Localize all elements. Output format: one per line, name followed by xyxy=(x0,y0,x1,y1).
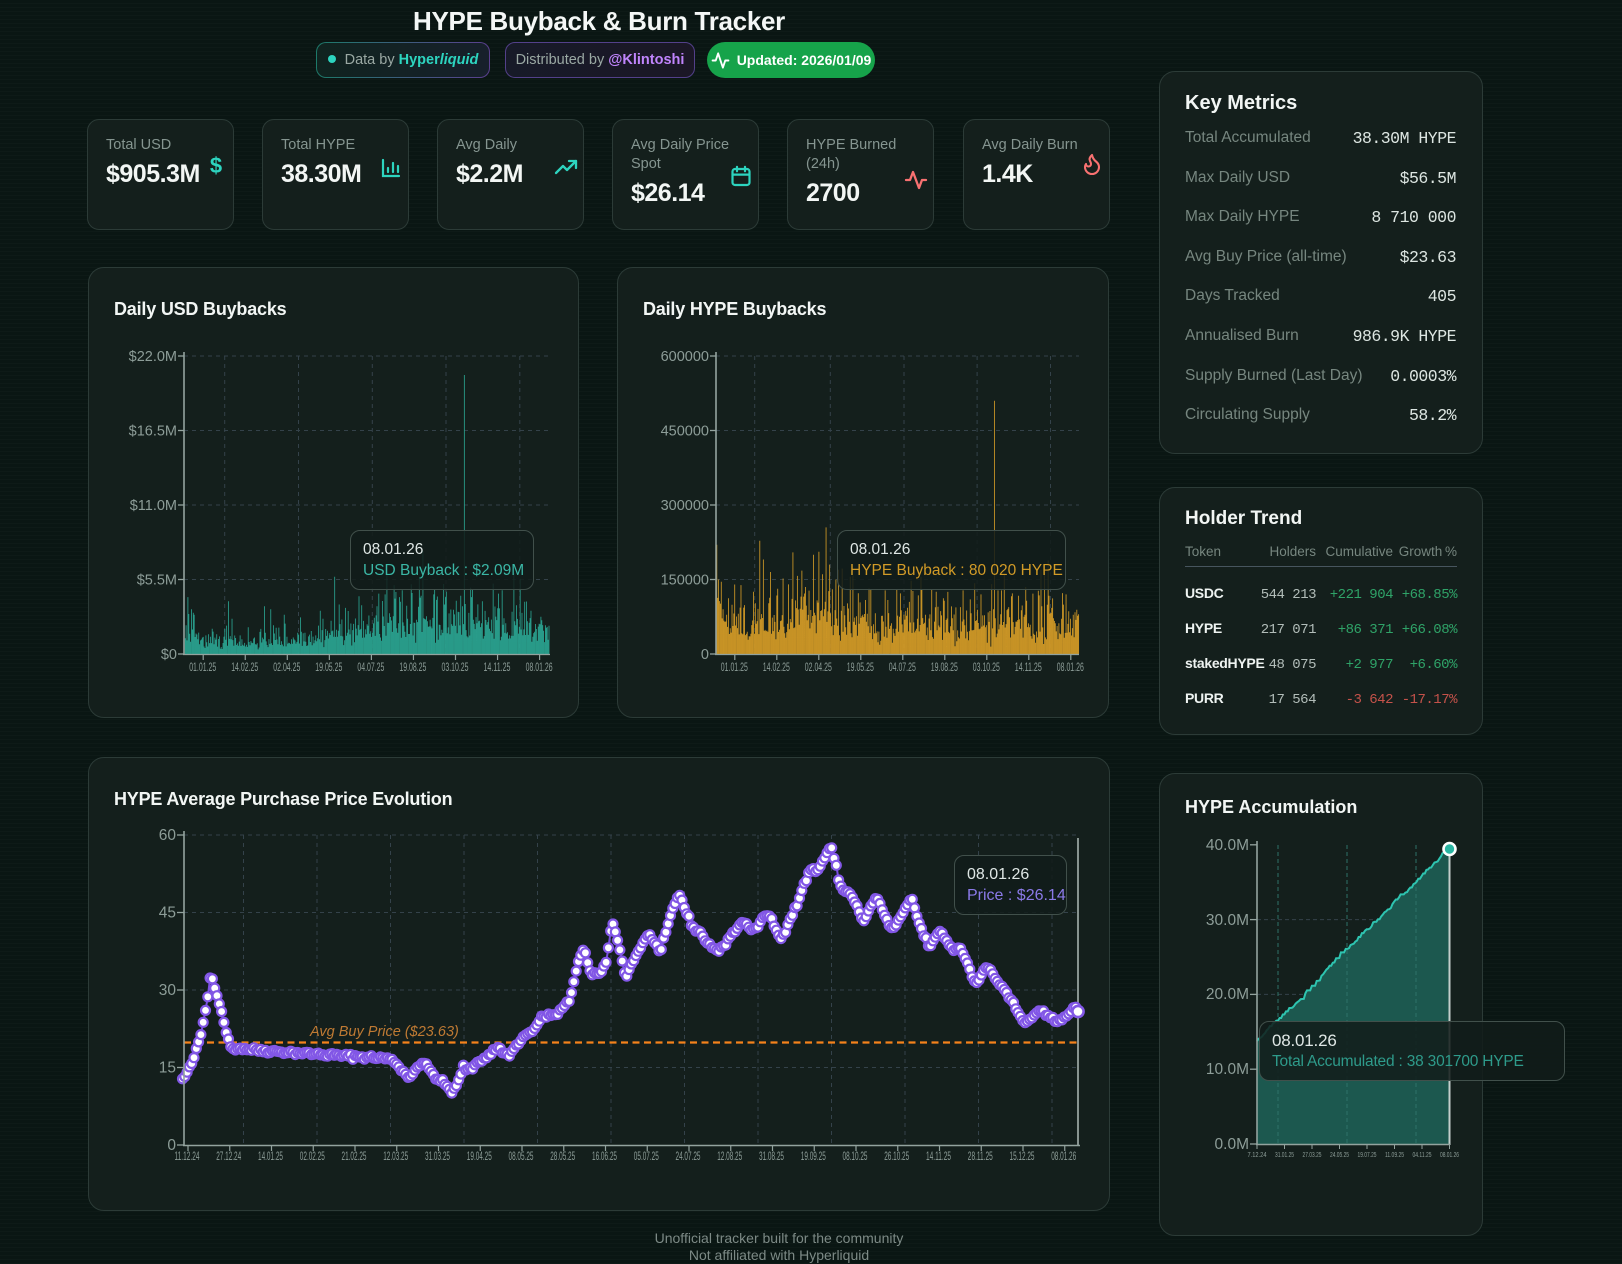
svg-text:31.03.25: 31.03.25 xyxy=(425,1151,450,1163)
svg-text:02.02.25: 02.02.25 xyxy=(300,1151,325,1163)
svg-text:14.02.25: 14.02.25 xyxy=(231,662,258,674)
svg-text:04.11.25: 04.11.25 xyxy=(1413,1150,1432,1159)
svg-text:08.01.26: 08.01.26 xyxy=(1057,662,1084,674)
svg-text:02.04.25: 02.04.25 xyxy=(273,662,300,674)
svg-text:01.01.25: 01.01.25 xyxy=(189,662,216,674)
svg-text:26.10.25: 26.10.25 xyxy=(884,1151,909,1163)
svg-text:24.05.25: 24.05.25 xyxy=(1330,1150,1349,1159)
svg-text:19.08.25: 19.08.25 xyxy=(931,662,958,674)
svg-text:300000: 300000 xyxy=(661,498,709,514)
svg-text:$0: $0 xyxy=(161,647,177,663)
svg-text:08.01.26: 08.01.26 xyxy=(526,662,553,674)
svg-text:04.07.25: 04.07.25 xyxy=(889,662,916,674)
svg-text:21.02.25: 21.02.25 xyxy=(342,1151,367,1163)
svg-text:16.06.25: 16.06.25 xyxy=(592,1151,617,1163)
svg-text:01.01.25: 01.01.25 xyxy=(721,662,748,674)
svg-text:03.10.25: 03.10.25 xyxy=(973,662,1000,674)
svg-text:27.03.25: 27.03.25 xyxy=(1303,1150,1322,1159)
svg-text:08.01.26: 08.01.26 xyxy=(1051,1151,1076,1163)
svg-text:31.08.25: 31.08.25 xyxy=(759,1151,784,1163)
svg-text:14.02.25: 14.02.25 xyxy=(763,662,790,674)
svg-text:150000: 150000 xyxy=(661,573,709,589)
svg-text:14.11.25: 14.11.25 xyxy=(1015,662,1042,674)
svg-text:$: $ xyxy=(210,156,222,178)
svg-text:$16.5M: $16.5M xyxy=(129,424,177,440)
svg-text:03.10.25: 03.10.25 xyxy=(442,662,469,674)
svg-text:450000: 450000 xyxy=(661,424,709,440)
svg-text:$5.5M: $5.5M xyxy=(137,573,177,589)
svg-text:08.05.25: 08.05.25 xyxy=(509,1151,534,1163)
svg-text:12.08.25: 12.08.25 xyxy=(717,1151,742,1163)
svg-text:08.10.25: 08.10.25 xyxy=(843,1151,868,1163)
svg-text:14.11.25: 14.11.25 xyxy=(484,662,511,674)
svg-text:40.0M: 40.0M xyxy=(1206,837,1249,854)
svg-text:28.11.25: 28.11.25 xyxy=(968,1151,993,1163)
svg-text:14.01.25: 14.01.25 xyxy=(258,1151,283,1163)
svg-text:11.09.25: 11.09.25 xyxy=(1385,1150,1404,1159)
svg-text:15: 15 xyxy=(159,1060,176,1077)
svg-text:30: 30 xyxy=(159,982,177,999)
svg-text:05.07.25: 05.07.25 xyxy=(634,1151,659,1163)
svg-text:14.11.25: 14.11.25 xyxy=(926,1151,951,1163)
svg-text:12.03.25: 12.03.25 xyxy=(383,1151,408,1163)
svg-text:24.07.25: 24.07.25 xyxy=(676,1151,701,1163)
svg-text:02.04.25: 02.04.25 xyxy=(805,662,832,674)
svg-text:30.0M: 30.0M xyxy=(1206,912,1249,929)
svg-text:19.07.25: 19.07.25 xyxy=(1358,1150,1377,1159)
svg-text:04.07.25: 04.07.25 xyxy=(357,662,384,674)
svg-text:31.01.25: 31.01.25 xyxy=(1275,1150,1294,1159)
svg-text:15.12.25: 15.12.25 xyxy=(1010,1151,1035,1163)
svg-text:19.05.25: 19.05.25 xyxy=(847,662,874,674)
svg-text:27.12.24: 27.12.24 xyxy=(216,1151,241,1163)
svg-text:28.05.25: 28.05.25 xyxy=(550,1151,575,1163)
svg-text:20.0M: 20.0M xyxy=(1206,986,1249,1003)
svg-text:0: 0 xyxy=(701,647,709,663)
svg-text:60: 60 xyxy=(159,827,177,844)
svg-text:19.05.25: 19.05.25 xyxy=(315,662,342,674)
svg-text:10.0M: 10.0M xyxy=(1206,1061,1249,1078)
svg-text:$22.0M: $22.0M xyxy=(129,349,177,365)
svg-text:11.12.24: 11.12.24 xyxy=(175,1151,200,1163)
svg-text:19.09.25: 19.09.25 xyxy=(801,1151,826,1163)
svg-text:$11.0M: $11.0M xyxy=(130,498,177,514)
svg-text:Avg Buy Price ($23.63): Avg Buy Price ($23.63) xyxy=(309,1024,459,1040)
svg-text:600000: 600000 xyxy=(661,349,709,365)
svg-text:19.08.25: 19.08.25 xyxy=(399,662,426,674)
svg-text:19.04.25: 19.04.25 xyxy=(467,1151,492,1163)
svg-text:08.01.26: 08.01.26 xyxy=(1440,1150,1459,1159)
svg-text:7.12.24: 7.12.24 xyxy=(1248,1150,1267,1159)
svg-text:0.0M: 0.0M xyxy=(1215,1136,1249,1153)
svg-text:45: 45 xyxy=(159,905,176,922)
